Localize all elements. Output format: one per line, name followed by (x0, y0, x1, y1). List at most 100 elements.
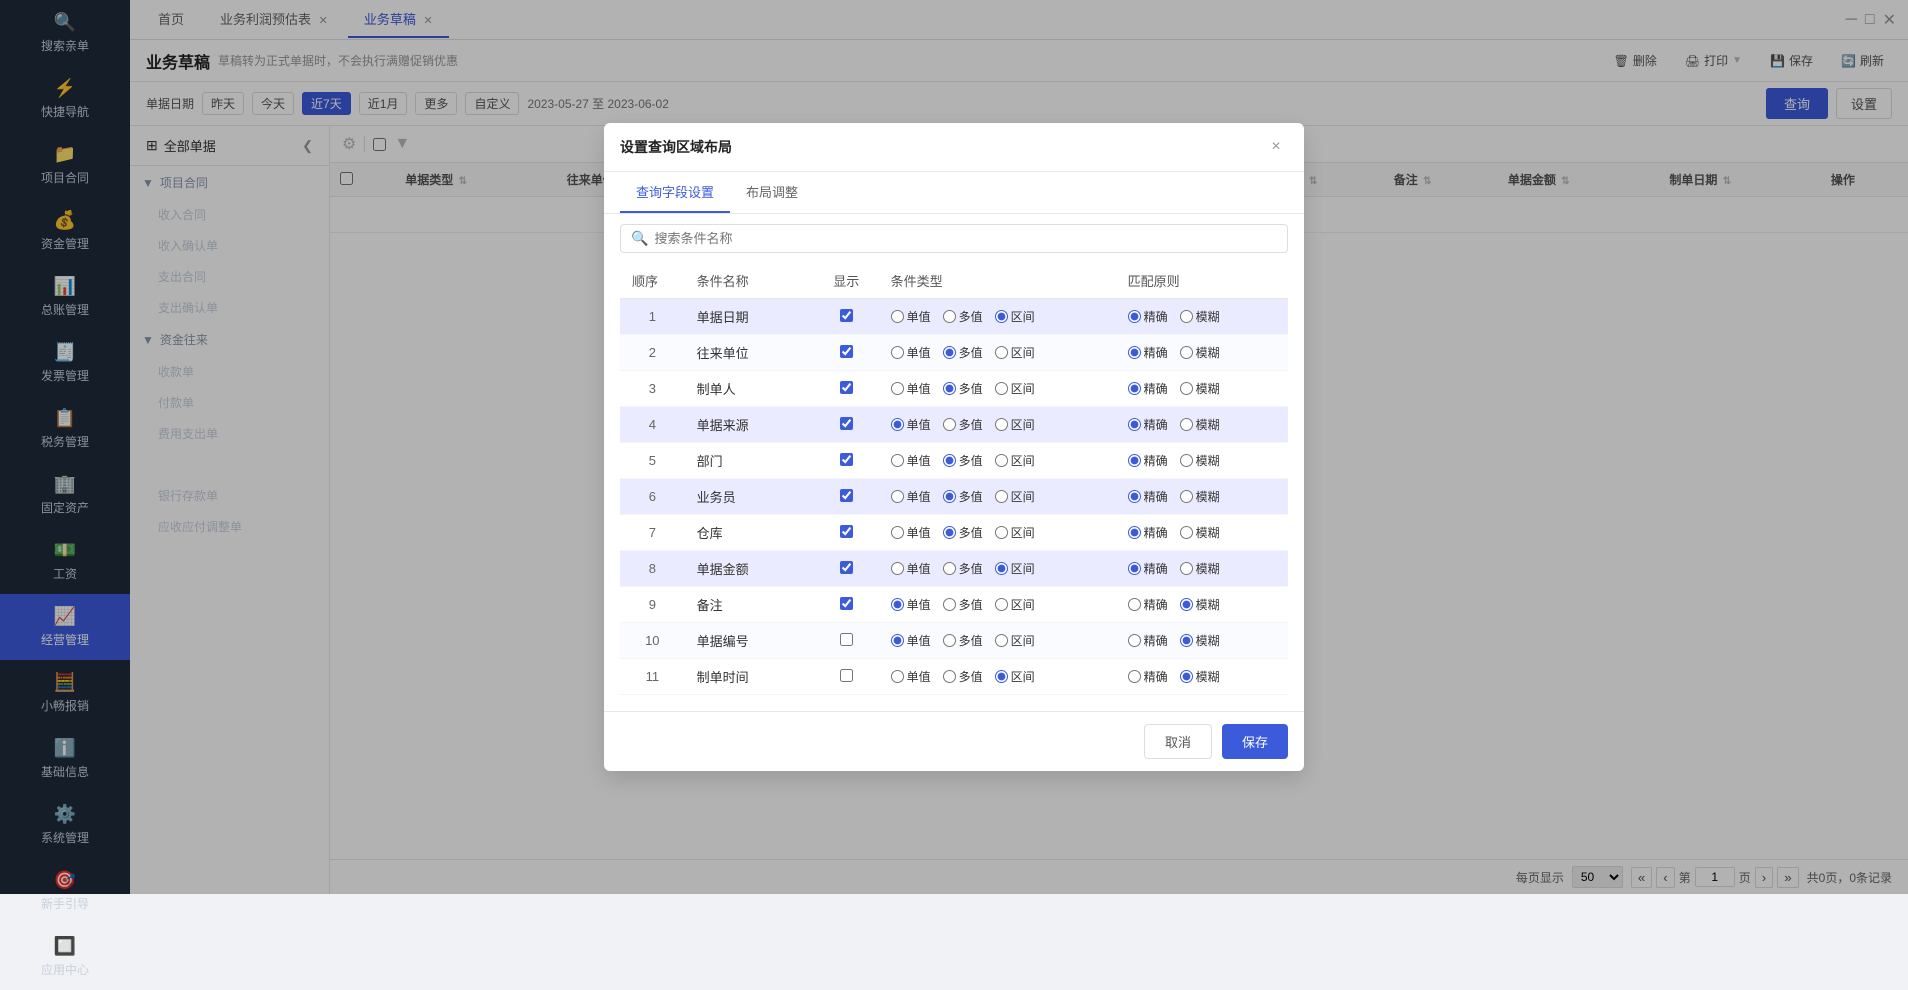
radio-single-input[interactable] (891, 526, 904, 539)
radio-multiple-input[interactable] (943, 346, 956, 359)
radio-multiple[interactable]: 多值 (943, 632, 983, 649)
radio-single-input[interactable] (891, 454, 904, 467)
radio-single-input[interactable] (891, 418, 904, 431)
radio-multiple[interactable]: 多值 (943, 416, 983, 433)
radio-range-input[interactable] (995, 562, 1008, 575)
radio-multiple[interactable]: 多值 (943, 488, 983, 505)
radio-range-input[interactable] (995, 382, 1008, 395)
radio-single-input[interactable] (891, 562, 904, 575)
radio-single[interactable]: 单值 (891, 488, 931, 505)
radio-single-input[interactable] (891, 310, 904, 323)
radio-range[interactable]: 区间 (995, 668, 1035, 685)
radio-exact[interactable]: 精确 (1128, 488, 1168, 505)
radio-fuzzy[interactable]: 模糊 (1180, 668, 1220, 685)
radio-fuzzy[interactable]: 模糊 (1180, 416, 1220, 433)
radio-multiple-input[interactable] (943, 598, 956, 611)
radio-exact[interactable]: 精确 (1128, 524, 1168, 541)
radio-exact-input[interactable] (1128, 670, 1141, 683)
radio-range[interactable]: 区间 (995, 596, 1035, 613)
radio-exact[interactable]: 精确 (1128, 452, 1168, 469)
radio-fuzzy-input[interactable] (1180, 418, 1193, 431)
radio-fuzzy-input[interactable] (1180, 670, 1193, 683)
modal-tab-field-settings[interactable]: 查询字段设置 (620, 172, 730, 213)
radio-exact[interactable]: 精确 (1128, 416, 1168, 433)
radio-fuzzy[interactable]: 模糊 (1180, 308, 1220, 325)
modal-search-input[interactable] (654, 231, 1277, 246)
radio-fuzzy-input[interactable] (1180, 490, 1193, 503)
radio-multiple[interactable]: 多值 (943, 668, 983, 685)
display-checkbox[interactable] (840, 597, 853, 610)
radio-multiple[interactable]: 多值 (943, 560, 983, 577)
display-checkbox[interactable] (840, 633, 853, 646)
radio-range[interactable]: 区间 (995, 488, 1035, 505)
radio-exact-input[interactable] (1128, 526, 1141, 539)
radio-exact-input[interactable] (1128, 490, 1141, 503)
radio-exact-input[interactable] (1128, 634, 1141, 647)
radio-exact[interactable]: 精确 (1128, 560, 1168, 577)
radio-range-input[interactable] (995, 454, 1008, 467)
radio-exact-input[interactable] (1128, 418, 1141, 431)
radio-fuzzy[interactable]: 模糊 (1180, 632, 1220, 649)
radio-multiple[interactable]: 多值 (943, 452, 983, 469)
radio-range-input[interactable] (995, 418, 1008, 431)
display-checkbox[interactable] (840, 669, 853, 682)
radio-fuzzy[interactable]: 模糊 (1180, 488, 1220, 505)
radio-single[interactable]: 单值 (891, 308, 931, 325)
radio-fuzzy-input[interactable] (1180, 598, 1193, 611)
cancel-btn[interactable]: 取消 (1144, 724, 1212, 759)
radio-multiple[interactable]: 多值 (943, 380, 983, 397)
radio-range-input[interactable] (995, 310, 1008, 323)
display-checkbox[interactable] (840, 489, 853, 502)
radio-multiple-input[interactable] (943, 454, 956, 467)
radio-exact[interactable]: 精确 (1128, 668, 1168, 685)
radio-exact[interactable]: 精确 (1128, 308, 1168, 325)
radio-fuzzy[interactable]: 模糊 (1180, 524, 1220, 541)
radio-multiple-input[interactable] (943, 310, 956, 323)
radio-multiple-input[interactable] (943, 418, 956, 431)
radio-single[interactable]: 单值 (891, 416, 931, 433)
modal-tab-layout[interactable]: 布局调整 (730, 172, 814, 213)
display-checkbox[interactable] (840, 525, 853, 538)
radio-multiple[interactable]: 多值 (943, 308, 983, 325)
radio-exact-input[interactable] (1128, 598, 1141, 611)
radio-range-input[interactable] (995, 670, 1008, 683)
radio-multiple-input[interactable] (943, 670, 956, 683)
radio-single[interactable]: 单值 (891, 596, 931, 613)
radio-single-input[interactable] (891, 382, 904, 395)
radio-range-input[interactable] (995, 598, 1008, 611)
radio-exact-input[interactable] (1128, 454, 1141, 467)
modal-close-btn[interactable]: × (1264, 135, 1288, 159)
radio-fuzzy-input[interactable] (1180, 562, 1193, 575)
radio-single[interactable]: 单值 (891, 524, 931, 541)
radio-single[interactable]: 单值 (891, 380, 931, 397)
display-checkbox[interactable] (840, 561, 853, 574)
radio-multiple-input[interactable] (943, 634, 956, 647)
radio-range-input[interactable] (995, 526, 1008, 539)
radio-exact-input[interactable] (1128, 562, 1141, 575)
radio-range[interactable]: 区间 (995, 308, 1035, 325)
radio-range-input[interactable] (995, 490, 1008, 503)
radio-fuzzy-input[interactable] (1180, 634, 1193, 647)
radio-single-input[interactable] (891, 490, 904, 503)
radio-exact[interactable]: 精确 (1128, 380, 1168, 397)
radio-range-input[interactable] (995, 634, 1008, 647)
radio-multiple-input[interactable] (943, 382, 956, 395)
radio-exact-input[interactable] (1128, 382, 1141, 395)
radio-exact[interactable]: 精确 (1128, 632, 1168, 649)
sidebar-item-apps[interactable]: 🔲 应用中心 (0, 924, 130, 990)
radio-range[interactable]: 区间 (995, 560, 1035, 577)
radio-range[interactable]: 区间 (995, 632, 1035, 649)
radio-single[interactable]: 单值 (891, 668, 931, 685)
display-checkbox[interactable] (840, 345, 853, 358)
radio-range[interactable]: 区间 (995, 416, 1035, 433)
radio-multiple[interactable]: 多值 (943, 524, 983, 541)
radio-fuzzy[interactable]: 模糊 (1180, 380, 1220, 397)
radio-single-input[interactable] (891, 634, 904, 647)
radio-multiple-input[interactable] (943, 490, 956, 503)
radio-range[interactable]: 区间 (995, 524, 1035, 541)
radio-fuzzy-input[interactable] (1180, 454, 1193, 467)
display-checkbox[interactable] (840, 381, 853, 394)
display-checkbox[interactable] (840, 417, 853, 430)
radio-single[interactable]: 单值 (891, 632, 931, 649)
radio-range[interactable]: 区间 (995, 380, 1035, 397)
